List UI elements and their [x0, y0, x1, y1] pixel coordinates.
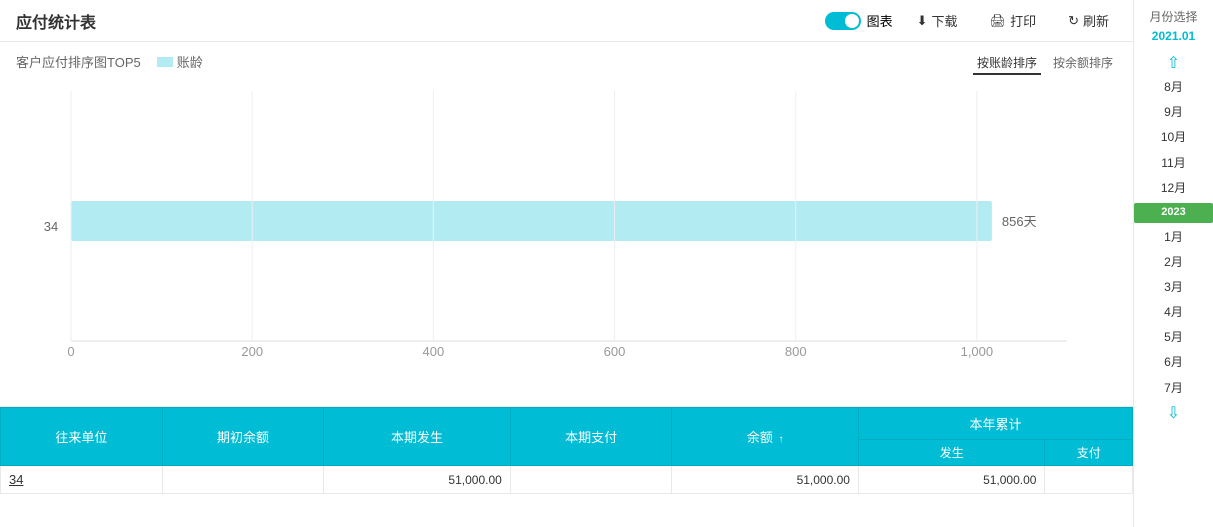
- chart-toggle-label: 图表: [867, 11, 893, 30]
- svg-text:600: 600: [604, 344, 626, 359]
- sidebar-month-item[interactable]: 4月: [1134, 300, 1213, 325]
- cell-ytd-payment: [1045, 466, 1133, 494]
- cell-unit[interactable]: 34: [1, 466, 163, 494]
- sidebar-month-item[interactable]: 6月: [1134, 350, 1213, 375]
- balance-sort-icon[interactable]: ↑: [779, 434, 784, 445]
- sort-buttons: 按账龄排序 按余额排序: [973, 52, 1117, 75]
- cell-balance: 51,000.00: [672, 466, 859, 494]
- sidebar-month-item[interactable]: 7月: [1134, 376, 1213, 401]
- chart-svg: 34 856天 0 200 400 600 800 1,000: [16, 81, 1117, 361]
- col-opening-header: 期初余额: [162, 408, 324, 466]
- print-label: 打印: [1010, 11, 1036, 30]
- legend-item-aging: 账龄: [157, 52, 203, 71]
- col-current-payment-header: 本期支付: [510, 408, 672, 466]
- cell-unit-link[interactable]: 34: [9, 472, 23, 487]
- sidebar-month-item[interactable]: 2月: [1134, 250, 1213, 275]
- legend-color-aging: [157, 57, 173, 67]
- svg-text:856天: 856天: [1002, 214, 1037, 229]
- refresh-button[interactable]: ↻ 刷新: [1060, 7, 1117, 34]
- cell-current-payment: [510, 466, 672, 494]
- download-icon: ⬇: [917, 13, 928, 29]
- sidebar-year[interactable]: 2021.01: [1152, 29, 1195, 43]
- svg-text:34: 34: [44, 219, 58, 234]
- table-area: 往来单位 期初余额 本期发生 本期支付 余额 ↑ 本年累计 发生 支付 34 51…: [0, 407, 1133, 527]
- svg-text:0: 0: [67, 344, 74, 359]
- right-sidebar: 月份选择 2021.01 ⇧ 8月9月10月11月12月20231月2月3月4月…: [1133, 0, 1213, 527]
- svg-text:800: 800: [785, 344, 807, 359]
- sort-by-balance-button[interactable]: 按账龄排序: [973, 52, 1041, 75]
- sidebar-month-item[interactable]: 9月: [1134, 100, 1213, 125]
- legend-top5-label: 客户应付排序图TOP5: [16, 52, 141, 71]
- chart-toggle[interactable]: [825, 12, 861, 30]
- col-current-occurrence-header: 本期发生: [324, 408, 511, 466]
- header-actions: 图表 ⬇ 下载 🖨 打印 ↻ 刷新: [825, 7, 1117, 34]
- chart-legend: 客户应付排序图TOP5 账龄: [16, 52, 1117, 71]
- legend-item-top5: 客户应付排序图TOP5: [16, 52, 141, 71]
- svg-text:1,000: 1,000: [961, 344, 994, 359]
- month-list: 8月9月10月11月12月20231月2月3月4月5月6月7月: [1134, 75, 1213, 401]
- cell-current-occurrence: 51,000.00: [324, 466, 511, 494]
- sidebar-label: 月份选择: [1149, 8, 1197, 25]
- col-ytd-header: 本年累计: [858, 408, 1132, 440]
- sidebar-year-badge: 2023: [1134, 203, 1213, 223]
- sidebar-month-item[interactable]: 11月: [1134, 151, 1213, 176]
- print-icon: 🖨: [990, 13, 1007, 29]
- col-ytd-payment-header: 支付: [1045, 440, 1133, 466]
- sort-by-amount-button[interactable]: 按余额排序: [1049, 52, 1117, 75]
- svg-text:200: 200: [241, 344, 263, 359]
- col-unit-header: 往来单位: [1, 408, 163, 466]
- table-row: 3451,000.0051,000.0051,000.00: [1, 466, 1133, 494]
- sidebar-month-item[interactable]: 10月: [1134, 125, 1213, 150]
- cell-opening: [162, 466, 324, 494]
- chart-area: 客户应付排序图TOP5 账龄 按账龄排序 按余额排序 34 856天: [0, 42, 1133, 407]
- legend-aging-label: 账龄: [177, 52, 203, 71]
- chart-toggle-container[interactable]: 图表: [825, 11, 893, 30]
- sidebar-month-item[interactable]: 12月: [1134, 176, 1213, 201]
- refresh-label: 刷新: [1083, 11, 1109, 30]
- chart-wrapper: 34 856天 0 200 400 600 800 1,000: [16, 81, 1117, 361]
- sidebar-month-item[interactable]: 1月: [1134, 225, 1213, 250]
- sidebar-month-item[interactable]: 5月: [1134, 325, 1213, 350]
- data-table: 往来单位 期初余额 本期发生 本期支付 余额 ↑ 本年累计 发生 支付 34 51…: [0, 407, 1133, 494]
- refresh-icon: ↻: [1068, 13, 1079, 29]
- col-ytd-occurrence-header: 发生: [858, 440, 1045, 466]
- page-title: 应付统计表: [16, 9, 96, 33]
- col-balance-header: 余额 ↑: [672, 408, 859, 466]
- svg-text:400: 400: [423, 344, 445, 359]
- download-button[interactable]: ⬇ 下载: [909, 7, 966, 34]
- scroll-down-button[interactable]: ⇩: [1162, 401, 1186, 425]
- print-button[interactable]: 🖨 打印: [982, 7, 1045, 34]
- scroll-up-button[interactable]: ⇧: [1162, 51, 1186, 75]
- sidebar-month-item[interactable]: 8月: [1134, 75, 1213, 100]
- sidebar-month-item[interactable]: 3月: [1134, 275, 1213, 300]
- cell-ytd-occurrence: 51,000.00: [858, 466, 1045, 494]
- download-label: 下载: [932, 11, 958, 30]
